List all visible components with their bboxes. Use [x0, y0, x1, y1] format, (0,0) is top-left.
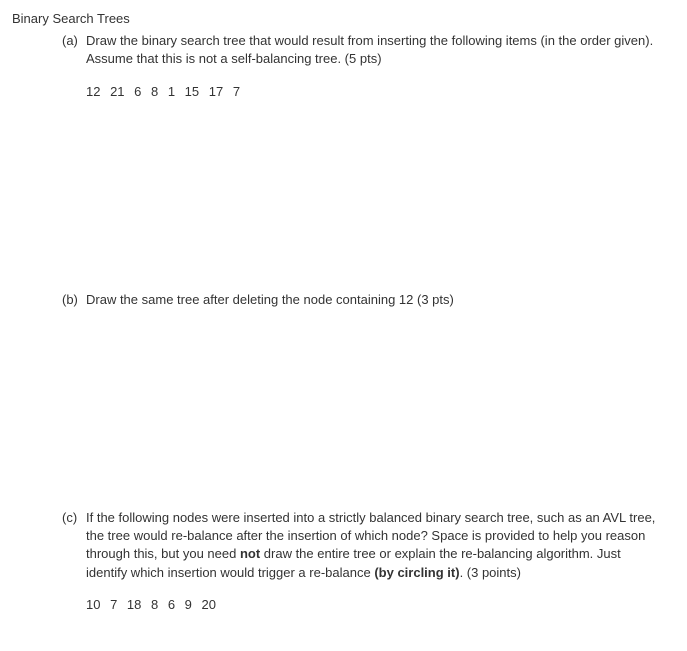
question-c-bold1: not [240, 546, 260, 561]
question-c-text: If the following nodes were inserted int… [86, 509, 675, 582]
question-a-text: Draw the binary search tree that would r… [86, 32, 675, 68]
answer-space-b [12, 309, 675, 509]
question-c-bold2: (by circling it) [374, 565, 459, 580]
question-c-data: 10 7 18 8 6 9 20 [86, 596, 675, 614]
question-c-part3: . (3 points) [460, 565, 521, 580]
question-c: (c) If the following nodes were inserted… [62, 509, 675, 582]
question-b-label: (b) [62, 291, 86, 309]
question-c-label: (c) [62, 509, 86, 582]
answer-space-a [12, 101, 675, 291]
question-b-text: Draw the same tree after deleting the no… [86, 291, 675, 309]
page-title: Binary Search Trees [12, 10, 675, 28]
question-a-data: 12 21 6 8 1 15 17 7 [86, 83, 675, 101]
question-a-label: (a) [62, 32, 86, 68]
question-a: (a) Draw the binary search tree that wou… [62, 32, 675, 68]
question-b: (b) Draw the same tree after deleting th… [62, 291, 675, 309]
